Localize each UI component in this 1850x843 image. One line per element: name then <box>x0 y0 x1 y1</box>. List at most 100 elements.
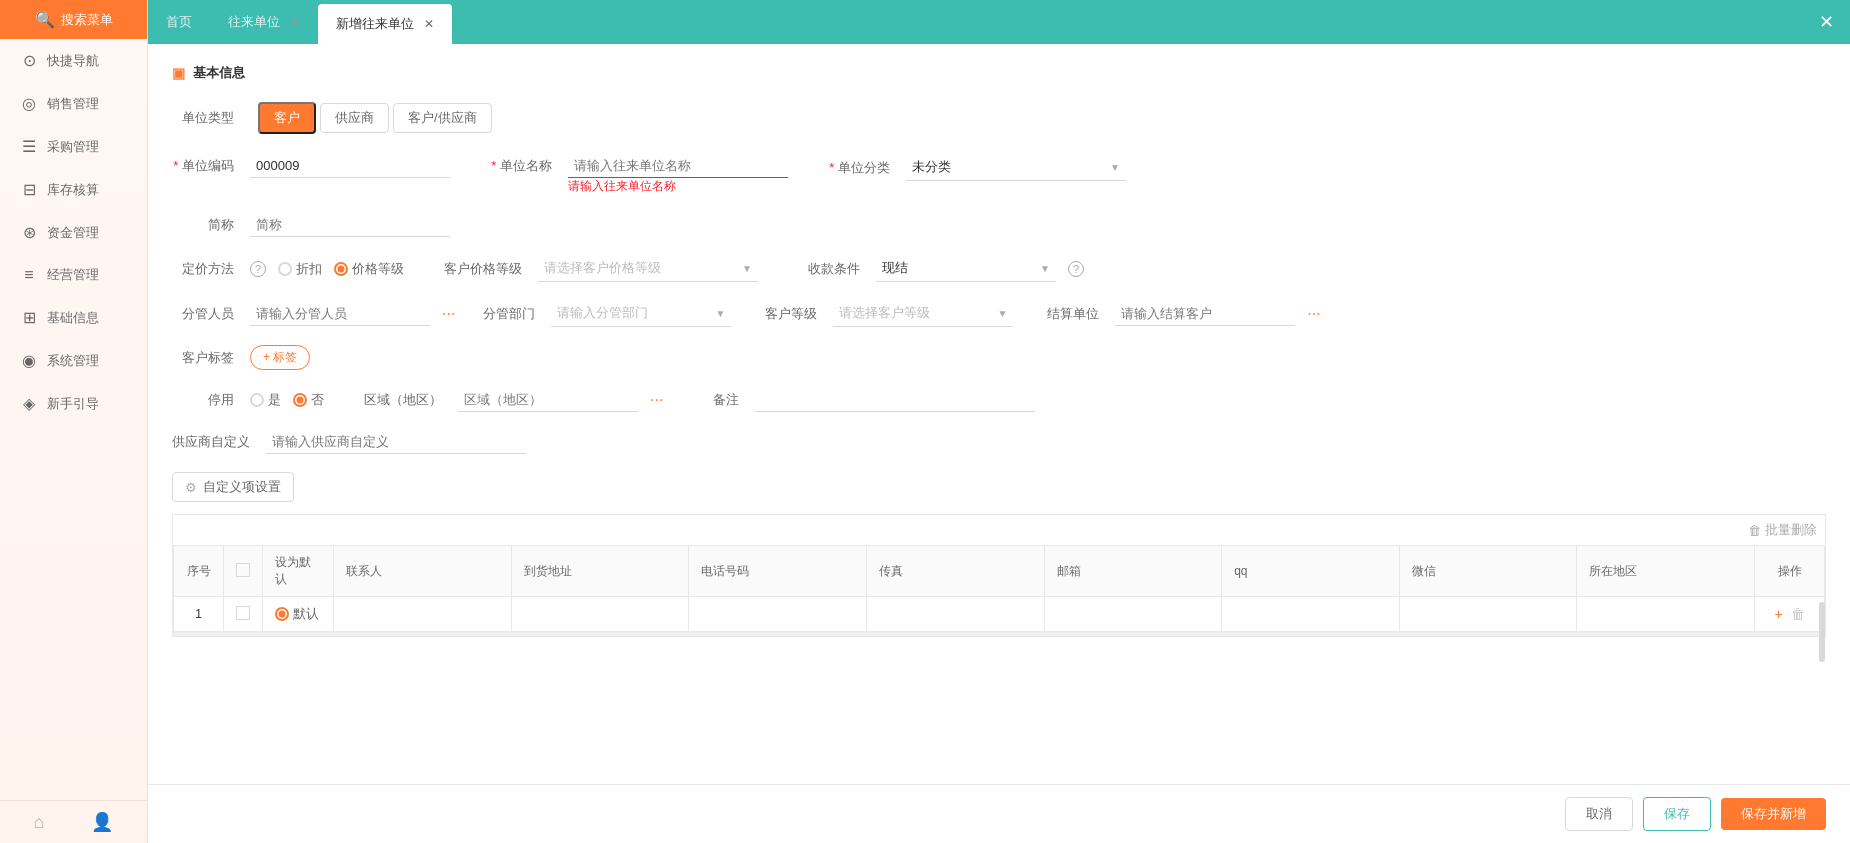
dept-arrow: ▼ <box>715 308 725 319</box>
sidebar-label-inventory: 库存核算 <box>47 181 99 199</box>
row-default-radio[interactable]: 默认 <box>275 605 321 623</box>
sidebar-item-operations[interactable]: ≡ 经营管理 <box>0 254 147 296</box>
name-error: 请输入往来单位名称 <box>568 178 788 195</box>
settlement-more-btn[interactable]: ··· <box>1303 305 1324 323</box>
sidebar-item-system[interactable]: ◉ 系统管理 <box>0 339 147 382</box>
tab-new-contact-close[interactable]: ✕ <box>424 17 434 31</box>
save-button[interactable]: 保存 <box>1643 797 1711 831</box>
tab-new-contact[interactable]: 新增往来单位 ✕ <box>318 4 452 44</box>
manager-more-btn[interactable]: ··· <box>438 305 459 323</box>
table-head: 序号 设为默认 联系人 到货地址 电话号码 传真 邮箱 qq 微信 所在地区 <box>174 546 1825 597</box>
sidebar-item-purchase[interactable]: ☰ 采购管理 <box>0 125 147 168</box>
delete-row-btn[interactable]: 🗑 <box>1791 606 1805 622</box>
code-field-group: 单位编码 <box>172 154 450 178</box>
sales-icon: ◎ <box>19 94 39 113</box>
td-contact[interactable] <box>334 597 512 632</box>
info-icon: ▣ <box>172 65 185 81</box>
td-phone[interactable] <box>689 597 867 632</box>
home-icon[interactable]: ⌂ <box>34 812 45 833</box>
settlement-label: 结算单位 <box>1037 305 1107 323</box>
disable-radio-group: 是 否 <box>250 391 324 409</box>
finance-icon: ⊛ <box>19 223 39 242</box>
custom-settings-btn[interactable]: ⚙ 自定义项设置 <box>172 472 294 502</box>
th-contact: 联系人 <box>334 546 512 597</box>
region-more-btn[interactable]: ··· <box>646 391 667 409</box>
customer-level-select[interactable]: 请选择客户等级 ▼ <box>833 300 1013 327</box>
footer: 取消 保存 保存并新增 <box>148 784 1850 843</box>
batch-delete-btn[interactable]: 🗑 批量删除 <box>1748 521 1817 539</box>
close-all-tabs[interactable]: ✕ <box>1803 0 1850 44</box>
payment-help-icon[interactable]: ? <box>1068 261 1084 277</box>
cancel-button[interactable]: 取消 <box>1565 797 1633 831</box>
code-name-cat-row: 单位编码 单位名称 请输入往来单位名称 单位分类 未分类 ▼ <box>172 154 1826 195</box>
pricing-radio-discount[interactable]: 折扣 <box>278 260 322 278</box>
code-input[interactable] <box>250 154 450 178</box>
name-input[interactable] <box>568 154 788 178</box>
sidebar-item-guide[interactable]: ◈ 新手引导 <box>0 382 147 425</box>
user-icon[interactable]: 👤 <box>91 811 113 833</box>
disable-region-row: 停用 是 否 区域（地区） ··· 备注 <box>172 388 1826 412</box>
td-email[interactable] <box>1044 597 1222 632</box>
notes-label: 备注 <box>707 391 747 409</box>
dept-select[interactable]: 请输入分管部门 ▼ <box>551 300 731 327</box>
supplier-custom-row: 供应商自定义 <box>172 430 1826 454</box>
region-label: 区域（地区） <box>364 391 450 409</box>
td-fax[interactable] <box>867 597 1045 632</box>
save-new-button[interactable]: 保存并新增 <box>1721 798 1826 830</box>
btn-customer[interactable]: 客户 <box>258 102 316 134</box>
sidebar-label-system: 系统管理 <box>47 352 99 370</box>
region-input[interactable] <box>458 388 638 412</box>
notes-group: 备注 <box>707 388 1035 412</box>
td-address[interactable] <box>511 597 689 632</box>
pricing-row: 定价方法 ? 折扣 价格等级 客户价格等级 请选择客户价格等级 <box>172 255 1826 282</box>
customer-price-arrow: ▼ <box>742 263 752 274</box>
disable-radio-no[interactable]: 否 <box>293 391 324 409</box>
contact-table: 序号 设为默认 联系人 到货地址 电话号码 传真 邮箱 qq 微信 所在地区 <box>173 545 1825 632</box>
payment-select[interactable]: 现结 ▼ <box>876 255 1056 282</box>
purchase-icon: ☰ <box>19 137 39 156</box>
name-field-group: 单位名称 请输入往来单位名称 <box>490 154 788 195</box>
td-qq[interactable] <box>1222 597 1400 632</box>
sidebar-label-guide: 新手引导 <box>47 395 99 413</box>
btn-supplier[interactable]: 供应商 <box>320 103 389 133</box>
btn-both[interactable]: 客户/供应商 <box>393 103 492 133</box>
add-tag-btn[interactable]: + 标签 <box>250 345 310 370</box>
search-menu[interactable]: 🔍 搜索菜单 <box>0 0 147 39</box>
category-select[interactable]: 未分类 ▼ <box>906 154 1126 181</box>
add-row-btn[interactable]: + <box>1774 606 1782 622</box>
scrollbar-thumb[interactable] <box>1819 602 1825 662</box>
tab-home[interactable]: 首页 <box>148 0 210 44</box>
tab-contacts[interactable]: 往来单位 ✕ <box>210 0 318 44</box>
supplier-custom-label: 供应商自定义 <box>172 433 258 451</box>
search-icon: 🔍 <box>35 10 55 29</box>
td-region-cell[interactable] <box>1577 597 1755 632</box>
supplier-custom-input[interactable] <box>266 430 526 454</box>
row-checkbox[interactable] <box>236 606 250 620</box>
pricing-radio-level[interactable]: 价格等级 <box>334 260 404 278</box>
pricing-option-level: 价格等级 <box>352 260 404 278</box>
table-body: 1 默认 <box>174 597 1825 632</box>
header-checkbox[interactable] <box>236 563 250 577</box>
settlement-input[interactable] <box>1115 302 1295 326</box>
pricing-help-icon[interactable]: ? <box>250 261 266 277</box>
notes-input[interactable] <box>755 388 1035 412</box>
manager-input[interactable] <box>250 302 430 326</box>
customer-price-placeholder: 请选择客户价格等级 <box>544 259 738 277</box>
customer-price-select[interactable]: 请选择客户价格等级 ▼ <box>538 255 758 282</box>
tab-contacts-close[interactable]: ✕ <box>290 15 300 29</box>
sidebar-item-quick-nav[interactable]: ⊙ 快捷导航 <box>0 39 147 82</box>
td-wechat[interactable] <box>1399 597 1577 632</box>
table-header-bar: 🗑 批量删除 <box>173 515 1825 545</box>
pricing-label: 定价方法 <box>172 260 242 278</box>
th-address: 到货地址 <box>511 546 689 597</box>
disable-radio-yes[interactable]: 是 <box>250 391 281 409</box>
short-name-input[interactable] <box>250 213 450 237</box>
row-default-label: 默认 <box>293 605 319 623</box>
tabbar: 首页 往来单位 ✕ 新增往来单位 ✕ ✕ <box>148 0 1850 44</box>
sidebar-item-basic[interactable]: ⊞ 基础信息 <box>0 296 147 339</box>
sidebar-item-inventory[interactable]: ⊟ 库存核算 <box>0 168 147 211</box>
sidebar-item-finance[interactable]: ⊛ 资金管理 <box>0 211 147 254</box>
dept-group: 分管部门 请输入分管部门 ▼ <box>483 300 731 327</box>
sidebar-item-sales[interactable]: ◎ 销售管理 <box>0 82 147 125</box>
name-label: 单位名称 <box>490 157 560 175</box>
